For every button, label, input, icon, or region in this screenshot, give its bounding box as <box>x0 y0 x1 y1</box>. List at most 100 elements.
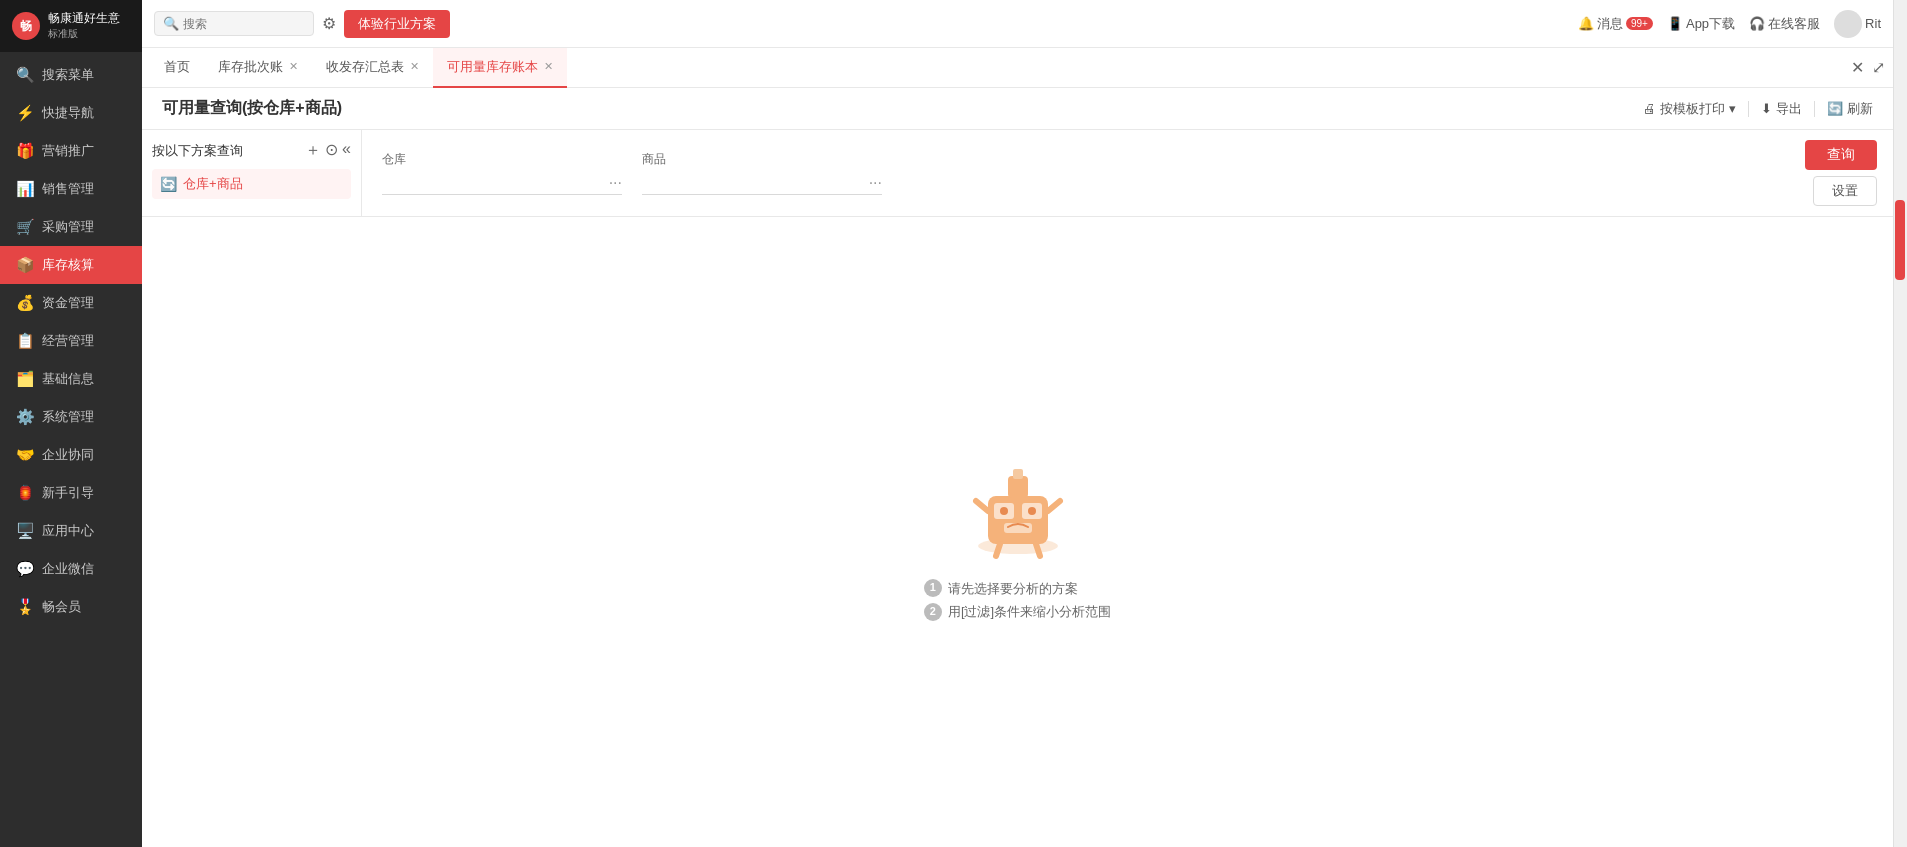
tabs-bar: 首页 库存批次账 ✕ 收发存汇总表 ✕ 可用量库存账本 ✕ ✕ ⤢ <box>142 48 1893 88</box>
empty-tips: 1 请先选择要分析的方案 2 用[过滤]条件来缩小分析范围 <box>924 577 1111 624</box>
divider-2 <box>1814 101 1815 117</box>
tab-available-ledger-close[interactable]: ✕ <box>544 60 553 73</box>
warehouse-dots-icon[interactable]: ··· <box>609 174 622 192</box>
trial-button[interactable]: 体验行业方案 <box>344 10 450 38</box>
sidebar-item-wechat[interactable]: 💬 企业微信 <box>0 550 142 588</box>
tab-batch-ledger-close[interactable]: ✕ <box>289 60 298 73</box>
sidebar-item-member[interactable]: 🎖️ 畅会员 <box>0 588 142 626</box>
scheme-settings-button[interactable]: ⊙ <box>325 140 338 161</box>
sidebar-item-search[interactable]: 🔍 搜索菜单 <box>0 56 142 94</box>
tab-batch-ledger[interactable]: 库存批次账 ✕ <box>204 48 312 88</box>
finance-icon: 💰 <box>16 294 34 312</box>
svg-line-10 <box>1036 544 1040 556</box>
sidebar: 畅 畅康通好生意 标准版 🔍 搜索菜单 ⚡ 快捷导航 🎁 营销推广 📊 销售管理… <box>0 0 142 847</box>
warehouse-input[interactable] <box>382 176 603 191</box>
sidebar-item-label-finance: 资金管理 <box>42 294 94 312</box>
sidebar-item-shortcut[interactable]: ⚡ 快捷导航 <box>0 94 142 132</box>
main-area: 🔍 ⚙ 体验行业方案 🔔 消息 99+ 📱 App下载 🎧 在线客服 Rit <box>142 0 1893 847</box>
tab-available-ledger[interactable]: 可用量库存账本 ✕ <box>433 48 567 88</box>
scheme-item-warehouse-product[interactable]: 🔄 仓库+商品 <box>152 169 351 199</box>
topbar-search-box[interactable]: 🔍 <box>154 11 314 36</box>
sidebar-item-label-purchase: 采购管理 <box>42 218 94 236</box>
message-button[interactable]: 🔔 消息 99+ <box>1578 15 1653 33</box>
settings-icon[interactable]: ⚙ <box>322 14 336 33</box>
message-badge: 99+ <box>1626 17 1653 30</box>
sidebar-item-label-inventory: 库存核算 <box>42 256 94 274</box>
sidebar-item-finance[interactable]: 💰 资金管理 <box>0 284 142 322</box>
app-download-button[interactable]: 📱 App下载 <box>1667 15 1735 33</box>
avatar <box>1834 10 1862 38</box>
add-scheme-button[interactable]: ＋ <box>305 140 321 161</box>
svg-line-8 <box>1048 501 1060 511</box>
product-dots-icon[interactable]: ··· <box>869 174 882 192</box>
sidebar-company-name: 畅康通好生意 <box>48 11 120 27</box>
appstore-icon: 🖥️ <box>16 522 34 540</box>
sidebar-item-purchase[interactable]: 🛒 采购管理 <box>0 208 142 246</box>
sidebar-item-label-member: 畅会员 <box>42 598 81 616</box>
marketing-icon: 🎁 <box>16 142 34 160</box>
tab-home-label: 首页 <box>164 58 190 76</box>
svg-point-12 <box>1028 507 1036 515</box>
query-panel: 按以下方案查询 ＋ ⊙ « 🔄 仓库+商品 仓库 <box>142 130 1893 217</box>
print-label: 按模板打印 <box>1660 100 1725 118</box>
sidebar-logo: 畅 <box>12 12 40 40</box>
warehouse-input-wrap[interactable]: ··· <box>382 172 622 195</box>
tab-batch-ledger-label: 库存批次账 <box>218 58 283 76</box>
app-label: App下载 <box>1686 15 1735 33</box>
print-button[interactable]: 🖨 按模板打印 ▾ <box>1643 100 1736 118</box>
message-label: 消息 <box>1597 15 1623 33</box>
close-window-icon[interactable]: ✕ <box>1851 58 1864 77</box>
refresh-button[interactable]: 🔄 刷新 <box>1827 100 1873 118</box>
bell-icon: 🔔 <box>1578 16 1594 31</box>
settings-button[interactable]: 设置 <box>1813 176 1877 206</box>
export-button[interactable]: ⬇ 导出 <box>1761 100 1802 118</box>
user-avatar[interactable]: Rit <box>1834 10 1881 38</box>
sidebar-item-enterprise[interactable]: 🤝 企业协同 <box>0 436 142 474</box>
sidebar-item-label-newbie: 新手引导 <box>42 484 94 502</box>
search-icon: 🔍 <box>163 16 179 31</box>
product-input-wrap[interactable]: ··· <box>642 172 882 195</box>
sidebar-item-appstore[interactable]: 🖥️ 应用中心 <box>0 512 142 550</box>
sidebar-item-basic[interactable]: 🗂️ 基础信息 <box>0 360 142 398</box>
tab-receipt-summary[interactable]: 收发存汇总表 ✕ <box>312 48 433 88</box>
tab-home[interactable]: 首页 <box>150 48 204 88</box>
search-input[interactable] <box>183 17 283 31</box>
headset-icon: 🎧 <box>1749 16 1765 31</box>
system-icon: ⚙️ <box>16 408 34 426</box>
svg-line-7 <box>976 501 988 511</box>
content-area: 可用量查询(按仓库+商品) 🖨 按模板打印 ▾ ⬇ 导出 🔄 刷新 <box>142 88 1893 847</box>
sidebar-item-newbie[interactable]: 🏮 新手引导 <box>0 474 142 512</box>
product-input[interactable] <box>642 176 863 191</box>
member-icon: 🎖️ <box>16 598 34 616</box>
tab-receipt-summary-close[interactable]: ✕ <box>410 60 419 73</box>
sidebar-item-label-search: 搜索菜单 <box>42 66 94 84</box>
product-field: 商品 ··· <box>642 151 882 195</box>
sidebar-header: 畅 畅康通好生意 标准版 <box>0 0 142 52</box>
query-button[interactable]: 查询 <box>1805 140 1877 170</box>
sidebar-item-inventory[interactable]: 📦 库存核算 <box>0 246 142 284</box>
mobile-icon: 📱 <box>1667 16 1683 31</box>
topbar-right: 🔔 消息 99+ 📱 App下载 🎧 在线客服 Rit <box>1578 10 1881 38</box>
tab-available-ledger-label: 可用量库存账本 <box>447 58 538 76</box>
scrollbar-thumb[interactable] <box>1895 200 1905 280</box>
basic-icon: 🗂️ <box>16 370 34 388</box>
tip-item-1: 1 请先选择要分析的方案 <box>924 577 1111 600</box>
sidebar-item-sales[interactable]: 📊 销售管理 <box>0 170 142 208</box>
sidebar-item-system[interactable]: ⚙️ 系统管理 <box>0 398 142 436</box>
customer-service-button[interactable]: 🎧 在线客服 <box>1749 15 1820 33</box>
refresh-label: 刷新 <box>1847 100 1873 118</box>
query-actions: 查询 设置 <box>1789 130 1893 216</box>
expand-window-icon[interactable]: ⤢ <box>1872 58 1885 77</box>
svg-point-11 <box>1000 507 1008 515</box>
page-actions: 🖨 按模板打印 ▾ ⬇ 导出 🔄 刷新 <box>1643 100 1873 118</box>
scheme-collapse-button[interactable]: « <box>342 140 351 161</box>
sidebar-edition: 标准版 <box>48 27 120 41</box>
sidebar-item-marketing[interactable]: 🎁 营销推广 <box>0 132 142 170</box>
right-scrollbar[interactable] <box>1893 0 1907 847</box>
tip-text-2: 用[过滤]条件来缩小分析范围 <box>948 600 1111 623</box>
export-label: 导出 <box>1776 100 1802 118</box>
print-icon: 🖨 <box>1643 101 1656 116</box>
sidebar-item-operation[interactable]: 📋 经营管理 <box>0 322 142 360</box>
tip-num-1: 1 <box>924 579 942 597</box>
sidebar-item-label-marketing: 营销推广 <box>42 142 94 160</box>
